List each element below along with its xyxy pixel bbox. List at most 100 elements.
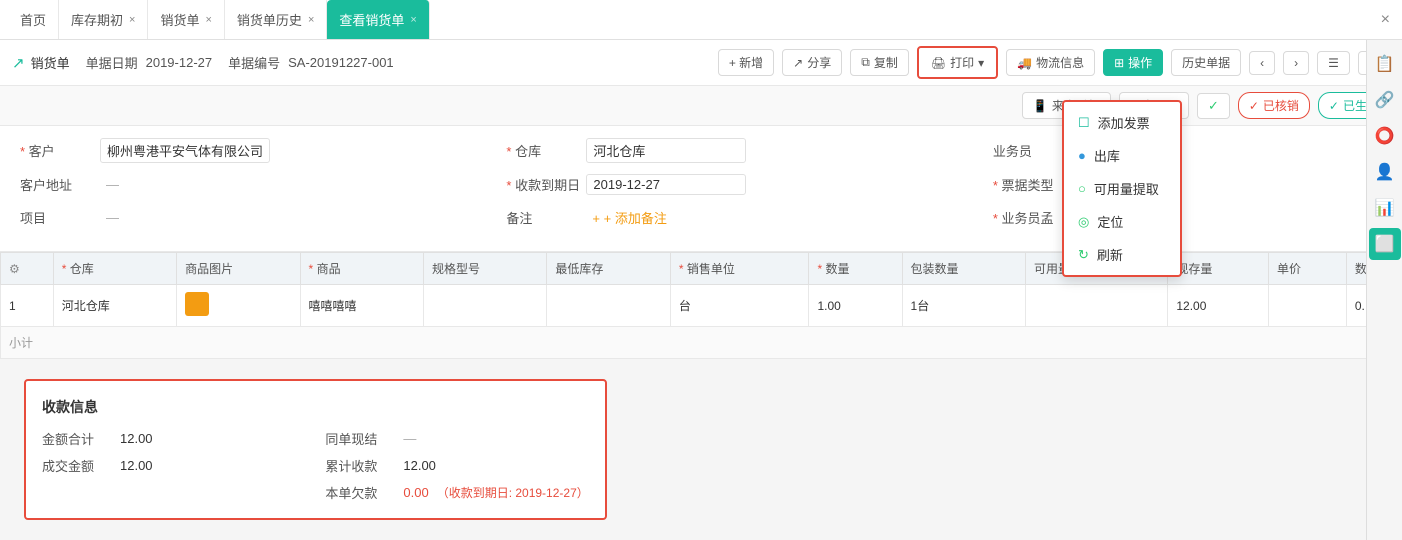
- window-close-button[interactable]: ×: [1381, 11, 1390, 29]
- dropdown-locate[interactable]: ◎ 定位: [1064, 205, 1180, 238]
- operate-button[interactable]: ⊞ 操作: [1103, 49, 1163, 76]
- col-stock: 现存量: [1168, 253, 1269, 285]
- row-qty[interactable]: 1.00: [809, 285, 902, 327]
- grid-icon: ⊞: [1114, 56, 1124, 70]
- row-spec[interactable]: [423, 285, 546, 327]
- employee-field: 业务员 演示账号: [993, 139, 1382, 162]
- dropdown-menu: ☐ 添加发票 ● 出库 ○ 可用量提取 ◎ 定位 ↻ 刷新: [1062, 100, 1182, 277]
- row-pack-qty[interactable]: 1台: [902, 285, 1025, 327]
- logistics-button[interactable]: 🚚 物流信息: [1006, 49, 1095, 76]
- table-row: 1 河北仓库 嘻嘻嘻嘻 台 1.00 1台 12.00 0.: [1, 285, 1402, 327]
- sidebar-icon-5[interactable]: 📊: [1369, 192, 1401, 224]
- row-unit[interactable]: 台: [670, 285, 809, 327]
- owed-label: 本单欠款: [325, 483, 395, 502]
- toolbar: + 新增 ↗ 分享 ⧉ 复制 🖨 打印 ▾ 🚚 物流信息: [718, 46, 1390, 79]
- dropdown-outbound[interactable]: ● 出库: [1064, 139, 1180, 172]
- tab-sales-order[interactable]: 销货单 ×: [148, 0, 224, 39]
- history-button[interactable]: 历史单据: [1171, 49, 1241, 76]
- same-order-label: 同单现结: [325, 429, 395, 448]
- nav-prev-button[interactable]: ‹: [1249, 51, 1275, 75]
- sold-status-button[interactable]: ✓ 已核销: [1238, 92, 1310, 119]
- list-view-button[interactable]: ☰: [1317, 51, 1350, 75]
- tab-close-inventory[interactable]: ×: [129, 14, 135, 26]
- customer-label: 客户: [20, 141, 100, 160]
- dropdown-arrow: ▾: [978, 56, 984, 70]
- col-price: 单价: [1269, 253, 1347, 285]
- owed-item: 本单欠款 0.00 （收款到期日: 2019-12-27）: [325, 483, 588, 502]
- paydate-value[interactable]: 2019-12-27: [586, 174, 746, 195]
- col-spec: 规格型号: [423, 253, 546, 285]
- payment-grid: 金额合计 12.00 同单现结 — 成交金额 12.00 累计收款 12.00: [42, 429, 589, 502]
- check-icon: ✓: [1208, 98, 1219, 114]
- warehouse-value[interactable]: 河北仓库: [586, 138, 746, 163]
- dropdown-refresh[interactable]: ↻ 刷新: [1064, 238, 1180, 271]
- tab-close-sales[interactable]: ×: [205, 14, 211, 26]
- sidebar-icon-2[interactable]: 🔗: [1369, 84, 1401, 116]
- row-warehouse[interactable]: 河北仓库: [53, 285, 176, 327]
- remark-label: 备注: [506, 208, 586, 227]
- col-min-stock: 最低库存: [547, 253, 670, 285]
- col-qty: 数量: [809, 253, 902, 285]
- tab-home[interactable]: 首页: [8, 0, 59, 39]
- subtotal-label: 小计: [1, 327, 1402, 359]
- col-gear[interactable]: ⚙: [1, 253, 54, 285]
- col-warehouse: 仓库: [53, 253, 176, 285]
- invoice-field: 票据类型 不开票: [993, 173, 1382, 196]
- copy-button[interactable]: ⧉ 复制: [850, 49, 909, 76]
- col-product: 商品: [300, 253, 423, 285]
- dropdown-add-invoice[interactable]: ☐ 添加发票: [1064, 106, 1180, 139]
- product-image: [185, 292, 209, 316]
- dropdown-available[interactable]: ○ 可用量提取: [1064, 172, 1180, 205]
- customer-value[interactable]: 柳州粤港平安气体有限公司: [100, 138, 270, 163]
- deal-amount-label: 成交金额: [42, 456, 112, 475]
- employee-label: 业务员: [993, 141, 1073, 160]
- doc-type-label: 销货单: [31, 53, 70, 72]
- doc-header: ↗ 销货单 单据日期 2019-12-27 单据编号 SA-20191227-0…: [0, 40, 1402, 86]
- share-button[interactable]: ↗ 分享: [782, 49, 842, 76]
- remark-field: 备注 + + 添加备注: [506, 206, 992, 229]
- project-label: 项目: [20, 208, 100, 227]
- owed-value: 0.00: [403, 485, 428, 500]
- same-order-value: —: [403, 431, 416, 446]
- owed-note: （收款到期日: 2019-12-27）: [437, 484, 589, 501]
- plus-icon: +: [592, 211, 600, 226]
- row-index: 1: [1, 285, 54, 327]
- cumulative-item: 累计收款 12.00: [325, 456, 588, 475]
- sidebar-icon-6[interactable]: ⬜: [1369, 228, 1401, 260]
- sidebar-icon-4[interactable]: 👤: [1369, 156, 1401, 188]
- project-value[interactable]: —: [100, 208, 260, 227]
- total-amount-label: 金额合计: [42, 429, 112, 448]
- tab-view-sales[interactable]: 查看销货单 ×: [327, 0, 429, 39]
- print-button[interactable]: 🖨 打印 ▾: [921, 50, 994, 75]
- print-icon: 🖨: [931, 56, 946, 70]
- add-remark-btn[interactable]: + + 添加备注: [586, 206, 746, 229]
- locate-icon: ◎: [1078, 214, 1089, 230]
- deal-amount-value: 12.00: [120, 458, 153, 473]
- invoice-label: 票据类型: [993, 175, 1073, 194]
- deal-amount-item: 成交金额 12.00: [42, 456, 305, 475]
- row-product[interactable]: 嘻嘻嘻嘻: [300, 285, 423, 327]
- cumulative-value: 12.00: [403, 458, 436, 473]
- subtotal-row: 小计: [1, 327, 1402, 359]
- nav-next-button[interactable]: ›: [1283, 51, 1309, 75]
- address-value[interactable]: —: [100, 175, 260, 194]
- address-field: 客户地址 —: [20, 175, 506, 194]
- row-price[interactable]: [1269, 285, 1347, 327]
- tab-sales-history[interactable]: 销货单历史 ×: [225, 0, 327, 39]
- sidebar-icon-1[interactable]: 📋: [1369, 48, 1401, 80]
- truck-icon: 🚚: [1017, 56, 1032, 70]
- right-sidebar: 📋 🔗 ⭕ 👤 📊 ⬜: [1366, 40, 1402, 540]
- tab-inventory-init[interactable]: 库存期初 ×: [59, 0, 148, 39]
- tab-close-history[interactable]: ×: [308, 14, 314, 26]
- payment-title: 收款信息: [42, 397, 589, 417]
- same-order-item: 同单现结 —: [325, 429, 588, 448]
- col-unit: 销售单位: [670, 253, 809, 285]
- sidebar-icon-3[interactable]: ⭕: [1369, 120, 1401, 152]
- action-row: 📱 来自手机 未开票 ✓ ✓ 已核销 ✓ 已生效: [0, 86, 1402, 126]
- col-image: 商品图片: [177, 253, 300, 285]
- tab-close-view[interactable]: ×: [410, 14, 416, 26]
- check-button[interactable]: ✓: [1197, 93, 1230, 119]
- customer-field: 客户 柳州粤港平安气体有限公司: [20, 138, 506, 163]
- project-field: 项目 —: [20, 208, 506, 227]
- new-button[interactable]: + 新增: [718, 49, 774, 76]
